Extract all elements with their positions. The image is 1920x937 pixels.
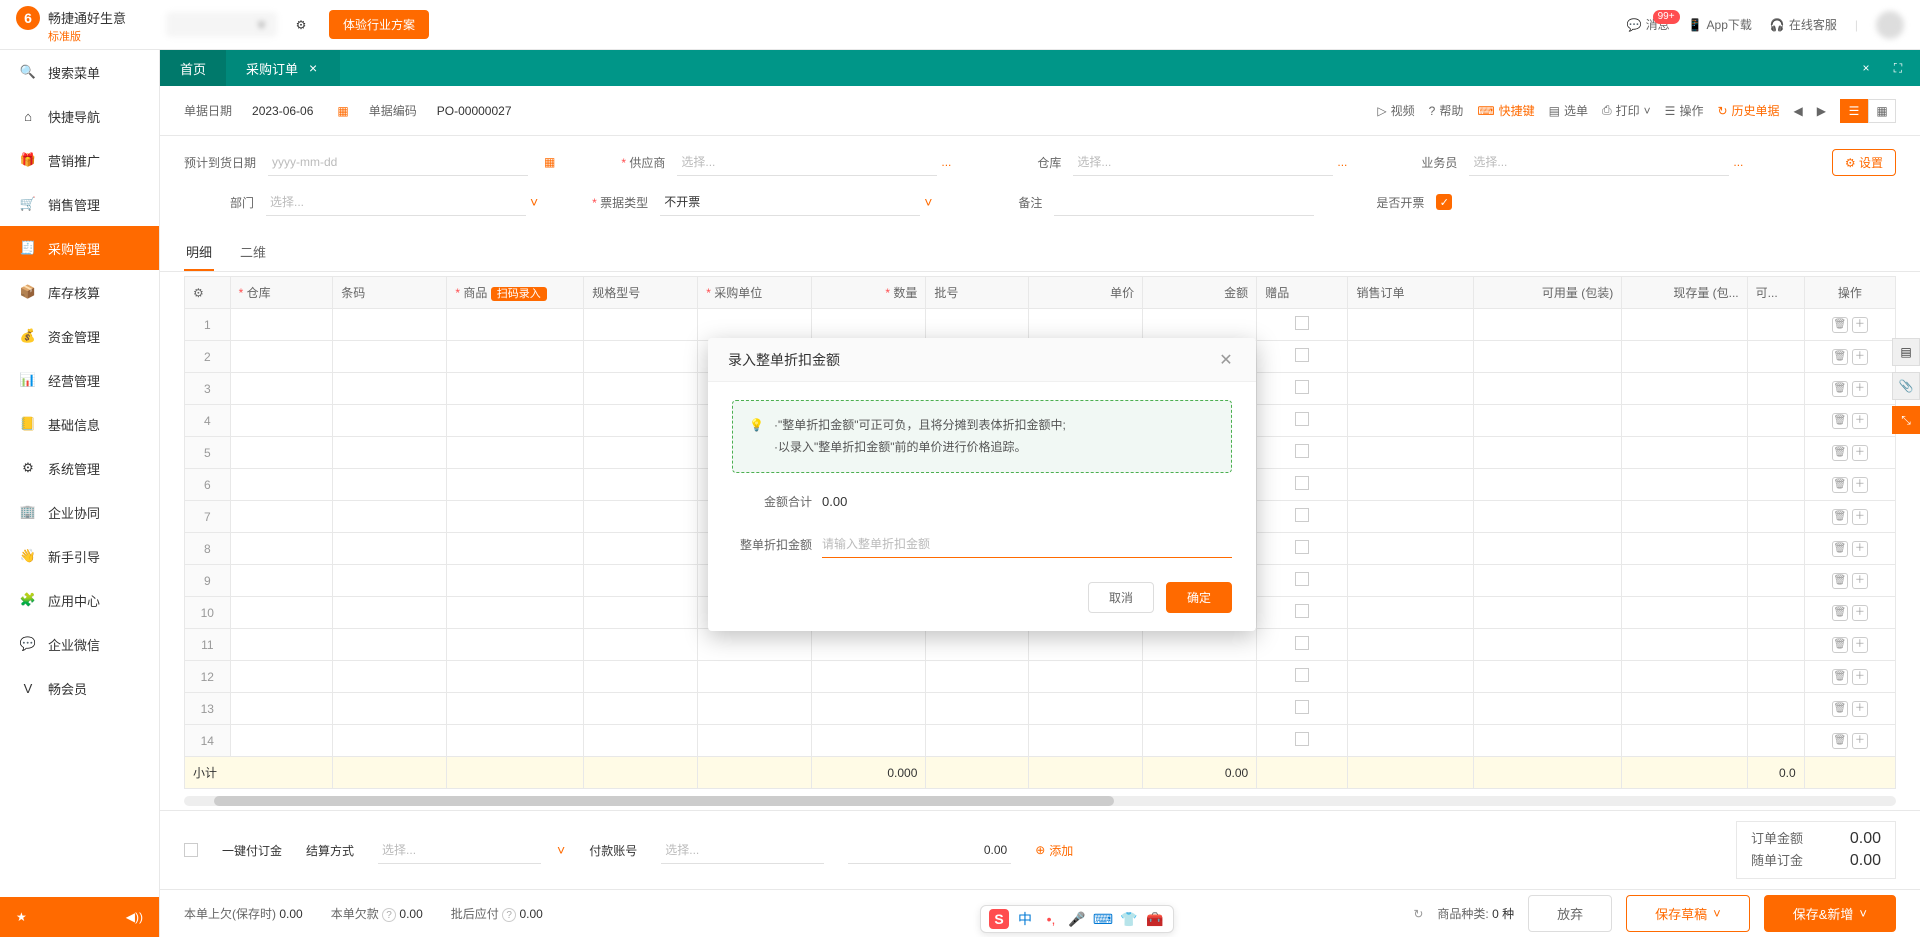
- ime-toolbox-icon[interactable]: 🧰: [1145, 909, 1165, 929]
- ime-keyboard-icon[interactable]: ⌨: [1093, 909, 1113, 929]
- ime-bar[interactable]: S 中 •, 🎤 ⌨ 👕 🧰: [980, 905, 1174, 933]
- total-label: 金额合计: [732, 493, 812, 510]
- modal-body: 💡 ·"整单折扣金额"可正可负，且将分摊到表体折扣金额中; ·以录入"整单折扣金…: [708, 382, 1256, 572]
- ime-mic-icon[interactable]: 🎤: [1067, 909, 1087, 929]
- modal-header: 录入整单折扣金额 ✕: [708, 338, 1256, 382]
- ok-button[interactable]: 确定: [1166, 582, 1232, 613]
- ime-skin-icon[interactable]: 👕: [1119, 909, 1139, 929]
- modal-field-discount: 整单折扣金额: [732, 530, 1232, 558]
- close-icon[interactable]: ✕: [1216, 350, 1236, 370]
- total-value: 0.00: [822, 494, 847, 509]
- hint-box: 💡 ·"整单折扣金额"可正可负，且将分摊到表体折扣金额中; ·以录入"整单折扣金…: [732, 400, 1232, 473]
- hint-line-2: ·以录入"整单折扣金额"前的单价进行价格追踪。: [774, 437, 1066, 459]
- discount-modal: 录入整单折扣金额 ✕ 💡 ·"整单折扣金额"可正可负，且将分摊到表体折扣金额中;…: [708, 338, 1256, 631]
- ime-logo-icon: S: [989, 909, 1009, 929]
- modal-title: 录入整单折扣金额: [728, 350, 840, 370]
- ime-lang[interactable]: 中: [1015, 909, 1035, 929]
- cancel-button[interactable]: 取消: [1088, 582, 1154, 613]
- ime-punct-icon[interactable]: •,: [1041, 909, 1061, 929]
- discount-input[interactable]: [822, 530, 1232, 558]
- modal-field-total: 金额合计 0.00: [732, 493, 1232, 510]
- bulb-icon: 💡: [749, 415, 764, 458]
- discount-label: 整单折扣金额: [732, 536, 812, 553]
- modal-footer: 取消 确定: [708, 572, 1256, 631]
- hint-line-1: ·"整单折扣金额"可正可负，且将分摊到表体折扣金额中;: [774, 415, 1066, 437]
